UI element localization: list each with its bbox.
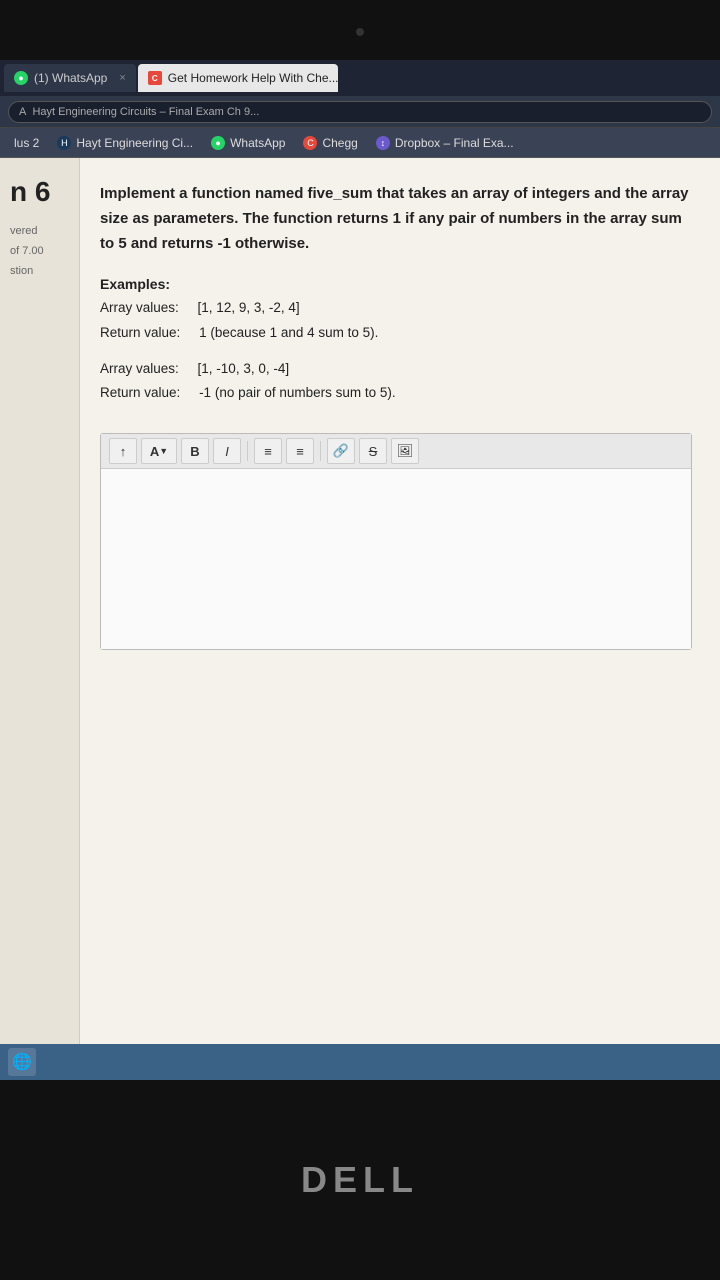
- answered-label: vered: [10, 222, 69, 242]
- toolbar-link-btn[interactable]: 🔗: [327, 438, 355, 464]
- left-sidebar: n 6 vered of 7.00 stion: [0, 158, 80, 1060]
- toolbar-ul-icon: ≡: [264, 444, 272, 459]
- example2-return-label: Return value:: [100, 385, 180, 400]
- content-panel: Implement a function named five_sum that…: [80, 158, 720, 1060]
- examples-section: Examples: Array values: [1, 12, 9, 3, -2…: [100, 276, 692, 403]
- dell-logo-text: DELL: [301, 1159, 419, 1200]
- top-bezel: [0, 0, 720, 60]
- toolbar-italic-btn[interactable]: I: [213, 438, 241, 464]
- bookmark-dropbox-label: Dropbox – Final Exa...: [395, 136, 514, 150]
- example2-return-value: -1 (no pair of numbers sum to 5).: [199, 385, 396, 400]
- example1-array-value: [1, 12, 9, 3, -2, 4]: [198, 300, 300, 315]
- toolbar-bold-btn[interactable]: B: [181, 438, 209, 464]
- main-content: n 6 vered of 7.00 stion Implement a func…: [0, 158, 720, 1060]
- bookmark-chegg[interactable]: C Chegg: [295, 133, 365, 153]
- example1-return-row: Return value: 1 (because 1 and 4 sum to …: [100, 323, 692, 343]
- chegg-tab[interactable]: C Get Homework Help With Che... ×: [138, 64, 338, 92]
- browser-chrome: ● (1) WhatsApp × C Get Homework Help Wit…: [0, 60, 720, 158]
- example1-array-label: Array values:: [100, 300, 179, 315]
- whatsapp-bm-icon: ●: [211, 136, 225, 150]
- chegg-tab-icon: C: [148, 71, 162, 85]
- example1-array-row: Array values: [1, 12, 9, 3, -2, 4]: [100, 298, 692, 318]
- whatsapp-tab-close[interactable]: ×: [119, 72, 125, 84]
- editor-toolbar: ↑ A ▼ B I ≡: [101, 434, 691, 469]
- bookmarks-bar: lus 2 H Hayt Engineering Ci... ● WhatsAp…: [0, 128, 720, 158]
- toolbar-image-btn[interactable]: 🖼: [391, 438, 419, 464]
- toolbar-ul-btn[interactable]: ≡: [254, 438, 282, 464]
- toolbar-strikethrough-btn[interactable]: S: [359, 438, 387, 464]
- chegg-tab-label: Get Homework Help With Che...: [168, 71, 338, 85]
- hayt-icon: H: [57, 136, 71, 150]
- bookmark-calculus[interactable]: lus 2: [6, 133, 47, 153]
- toolbar-font-btn[interactable]: A ▼: [141, 438, 177, 464]
- taskbar-browser-icon[interactable]: 🌐: [8, 1048, 36, 1076]
- toolbar-divider-2: [320, 441, 321, 461]
- example2-array-label: Array values:: [100, 361, 179, 376]
- question-text: Implement a function named five_sum that…: [100, 182, 692, 256]
- toolbar-indent-icon: ↑: [120, 444, 127, 459]
- bookmark-chegg-label: Chegg: [322, 136, 357, 150]
- examples-label: Examples:: [100, 276, 692, 292]
- editor-area: ↑ A ▼ B I ≡: [100, 433, 692, 650]
- points-label: of 7.00: [10, 242, 69, 262]
- toolbar-ol-btn[interactable]: ≡: [286, 438, 314, 464]
- toolbar-ol-icon: ≡: [296, 444, 304, 459]
- bookmark-dropbox[interactable]: ↕ Dropbox – Final Exa...: [368, 133, 522, 153]
- toolbar-link-icon: 🔗: [333, 443, 349, 459]
- toolbar-image-icon: 🖼: [397, 443, 414, 459]
- address-bar-row: A Hayt Engineering Circuits – Final Exam…: [0, 96, 720, 128]
- taskbar: 🌐: [0, 1044, 720, 1080]
- editor-body[interactable]: [101, 469, 691, 649]
- sidebar-info: vered of 7.00 stion: [10, 222, 69, 281]
- address-bar[interactable]: A Hayt Engineering Circuits – Final Exam…: [8, 101, 712, 123]
- bookmark-hayt[interactable]: H Hayt Engineering Ci...: [49, 133, 201, 153]
- example1-return-value: 1 (because 1 and 4 sum to 5).: [199, 325, 378, 340]
- toolbar-divider-1: [247, 441, 248, 461]
- status-label: stion: [10, 262, 69, 282]
- whatsapp-tab-icon: ●: [14, 71, 28, 85]
- example1-return-label: Return value:: [100, 325, 180, 340]
- example2-array-row: Array values: [1, -10, 3, 0, -4]: [100, 359, 692, 379]
- camera-dot: [356, 28, 364, 36]
- question-number: n 6: [10, 178, 69, 206]
- toolbar-strikethrough-icon: S: [369, 444, 378, 459]
- bookmark-hayt-label: Hayt Engineering Ci...: [76, 136, 193, 150]
- whatsapp-tab[interactable]: ● (1) WhatsApp ×: [4, 64, 136, 92]
- bottom-panel: DELL: [0, 1080, 720, 1280]
- toolbar-italic-icon: I: [225, 444, 229, 459]
- toolbar-indent-btn[interactable]: ↑: [109, 438, 137, 464]
- bookmark-calculus-label: lus 2: [14, 136, 39, 150]
- toolbar-bold-icon: B: [190, 444, 199, 459]
- bookmark-whatsapp[interactable]: ● WhatsApp: [203, 133, 293, 153]
- example2-array-value: [1, -10, 3, 0, -4]: [198, 361, 290, 376]
- toolbar-font-arrow: ▼: [159, 446, 168, 456]
- toolbar-font-label: A: [150, 444, 159, 459]
- example2-return-row: Return value: -1 (no pair of numbers sum…: [100, 383, 692, 403]
- address-bar-text: A Hayt Engineering Circuits – Final Exam…: [19, 106, 259, 118]
- screen-area: ● (1) WhatsApp × C Get Homework Help Wit…: [0, 60, 720, 1060]
- chegg-bm-icon: C: [303, 136, 317, 150]
- dropbox-bm-icon: ↕: [376, 136, 390, 150]
- dell-logo: DELL: [301, 1159, 419, 1201]
- tab-bar: ● (1) WhatsApp × C Get Homework Help Wit…: [0, 60, 720, 96]
- bookmark-whatsapp-label: WhatsApp: [230, 136, 285, 150]
- whatsapp-tab-label: (1) WhatsApp: [34, 71, 107, 85]
- taskbar-browser-glyph: 🌐: [12, 1052, 32, 1072]
